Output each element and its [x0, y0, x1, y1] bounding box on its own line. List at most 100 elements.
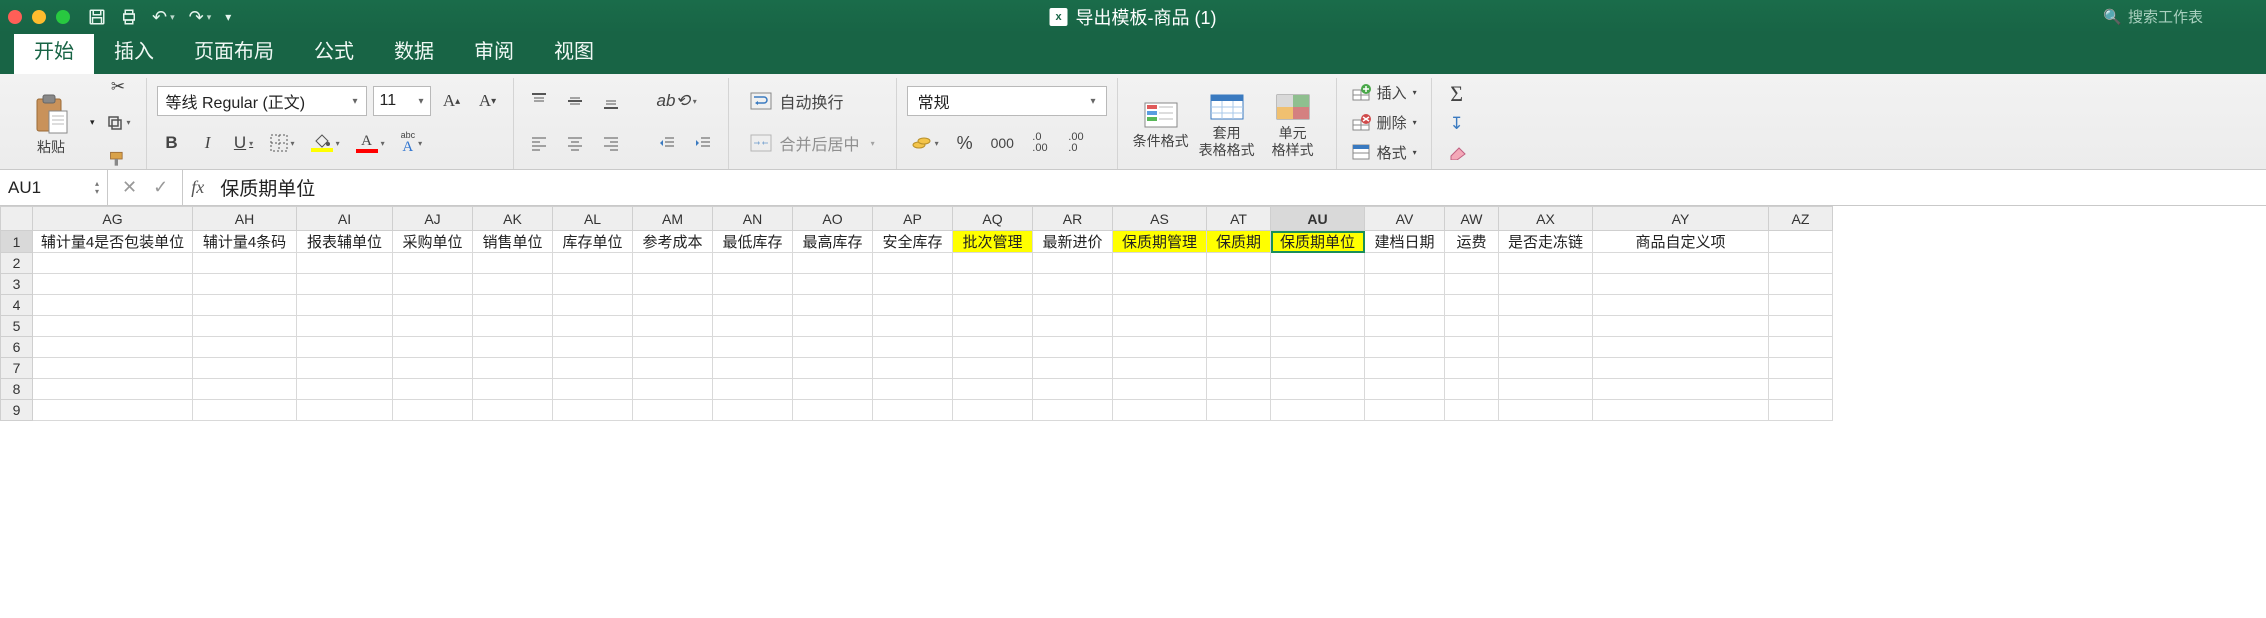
cell-AQ2[interactable] — [953, 253, 1033, 274]
cell-AO7[interactable] — [793, 358, 873, 379]
row-header-5[interactable]: 5 — [1, 316, 33, 337]
col-header-AW[interactable]: AW — [1445, 207, 1499, 231]
col-header-AR[interactable]: AR — [1033, 207, 1113, 231]
cell-AY9[interactable] — [1593, 400, 1769, 421]
cell-AR6[interactable] — [1033, 337, 1113, 358]
cell-AQ9[interactable] — [953, 400, 1033, 421]
col-header-AL[interactable]: AL — [553, 207, 633, 231]
cell-AM6[interactable] — [633, 337, 713, 358]
cell-AP4[interactable] — [873, 295, 953, 316]
cell-AU7[interactable] — [1271, 358, 1365, 379]
cell-AW2[interactable] — [1445, 253, 1499, 274]
cell-AQ6[interactable] — [953, 337, 1033, 358]
cell-AY8[interactable] — [1593, 379, 1769, 400]
cell-AY2[interactable] — [1593, 253, 1769, 274]
cell-AQ1[interactable]: 批次管理 — [953, 231, 1033, 253]
cell-AW5[interactable] — [1445, 316, 1499, 337]
cell-AV8[interactable] — [1365, 379, 1445, 400]
cell-AN2[interactable] — [713, 253, 793, 274]
cell-AR5[interactable] — [1033, 316, 1113, 337]
cell-AN6[interactable] — [713, 337, 793, 358]
cell-AZ9[interactable] — [1769, 400, 1833, 421]
cell-AX8[interactable] — [1499, 379, 1593, 400]
border-button[interactable]: ▾ — [265, 128, 300, 158]
cell-AS7[interactable] — [1113, 358, 1207, 379]
cell-AG4[interactable] — [33, 295, 193, 316]
cell-AY1[interactable]: 商品自定义项 — [1593, 231, 1769, 253]
conditional-format-button[interactable]: 条件格式 — [1128, 95, 1194, 149]
merge-center-button[interactable]: 合并后居中 ▾ — [739, 128, 886, 158]
cell-AR4[interactable] — [1033, 295, 1113, 316]
row-header-3[interactable]: 3 — [1, 274, 33, 295]
cell-AY3[interactable] — [1593, 274, 1769, 295]
cell-AW1[interactable]: 运费 — [1445, 231, 1499, 253]
increase-font-button[interactable]: A▴ — [437, 86, 467, 116]
cell-AZ7[interactable] — [1769, 358, 1833, 379]
cell-AJ2[interactable] — [393, 253, 473, 274]
cell-AO3[interactable] — [793, 274, 873, 295]
cell-AT9[interactable] — [1207, 400, 1271, 421]
cell-AX7[interactable] — [1499, 358, 1593, 379]
cell-AL1[interactable]: 库存单位 — [553, 231, 633, 253]
tab-页面布局[interactable]: 页面布局 — [174, 27, 294, 74]
cell-AT8[interactable] — [1207, 379, 1271, 400]
cell-AI5[interactable] — [297, 316, 393, 337]
cell-AZ1[interactable] — [1769, 231, 1833, 253]
cell-AK2[interactable] — [473, 253, 553, 274]
cell-AL7[interactable] — [553, 358, 633, 379]
cell-AN3[interactable] — [713, 274, 793, 295]
search-sheet[interactable]: 🔍 — [2103, 8, 2258, 26]
row-header-9[interactable]: 9 — [1, 400, 33, 421]
search-input[interactable] — [2128, 9, 2258, 26]
cell-AW6[interactable] — [1445, 337, 1499, 358]
cell-AH1[interactable]: 辅计量4条码 — [193, 231, 297, 253]
cell-AS3[interactable] — [1113, 274, 1207, 295]
cell-AM5[interactable] — [633, 316, 713, 337]
cell-AZ4[interactable] — [1769, 295, 1833, 316]
cell-AU4[interactable] — [1271, 295, 1365, 316]
cell-AJ9[interactable] — [393, 400, 473, 421]
format-painter-button[interactable] — [101, 144, 136, 174]
cell-AP8[interactable] — [873, 379, 953, 400]
row-header-2[interactable]: 2 — [1, 253, 33, 274]
align-bottom-button[interactable] — [596, 86, 626, 116]
cell-AM7[interactable] — [633, 358, 713, 379]
cell-AK6[interactable] — [473, 337, 553, 358]
cell-AL8[interactable] — [553, 379, 633, 400]
cell-AX5[interactable] — [1499, 316, 1593, 337]
cell-AM3[interactable] — [633, 274, 713, 295]
tab-开始[interactable]: 开始 — [14, 27, 94, 74]
cell-AI3[interactable] — [297, 274, 393, 295]
number-format-select[interactable]: 常规▾ — [907, 86, 1107, 116]
align-top-button[interactable] — [524, 86, 554, 116]
decrease-font-button[interactable]: A▾ — [473, 86, 503, 116]
cell-AT7[interactable] — [1207, 358, 1271, 379]
copy-button[interactable]: ▾ — [101, 108, 136, 138]
qat-customize[interactable]: ▾ — [225, 10, 231, 24]
cell-AL9[interactable] — [553, 400, 633, 421]
col-header-AI[interactable]: AI — [297, 207, 393, 231]
cell-AJ8[interactable] — [393, 379, 473, 400]
close-window[interactable] — [8, 10, 22, 24]
cell-AH9[interactable] — [193, 400, 297, 421]
tab-公式[interactable]: 公式 — [294, 27, 374, 74]
cell-AV6[interactable] — [1365, 337, 1445, 358]
cell-AH7[interactable] — [193, 358, 297, 379]
cell-AJ5[interactable] — [393, 316, 473, 337]
cell-AI9[interactable] — [297, 400, 393, 421]
zoom-window[interactable] — [56, 10, 70, 24]
font-name-select[interactable]: 等线 Regular (正文)▾ — [157, 86, 367, 116]
cell-AZ3[interactable] — [1769, 274, 1833, 295]
cell-AO9[interactable] — [793, 400, 873, 421]
align-right-button[interactable] — [596, 128, 626, 158]
cell-AG8[interactable] — [33, 379, 193, 400]
cell-AS5[interactable] — [1113, 316, 1207, 337]
cell-AK8[interactable] — [473, 379, 553, 400]
cell-AP3[interactable] — [873, 274, 953, 295]
cell-AX3[interactable] — [1499, 274, 1593, 295]
spreadsheet-grid[interactable]: AGAHAIAJAKALAMANAOAPAQARASATAUAVAWAXAYAZ… — [0, 206, 2266, 421]
align-left-button[interactable] — [524, 128, 554, 158]
cell-AG9[interactable] — [33, 400, 193, 421]
cell-AS9[interactable] — [1113, 400, 1207, 421]
cell-AK5[interactable] — [473, 316, 553, 337]
